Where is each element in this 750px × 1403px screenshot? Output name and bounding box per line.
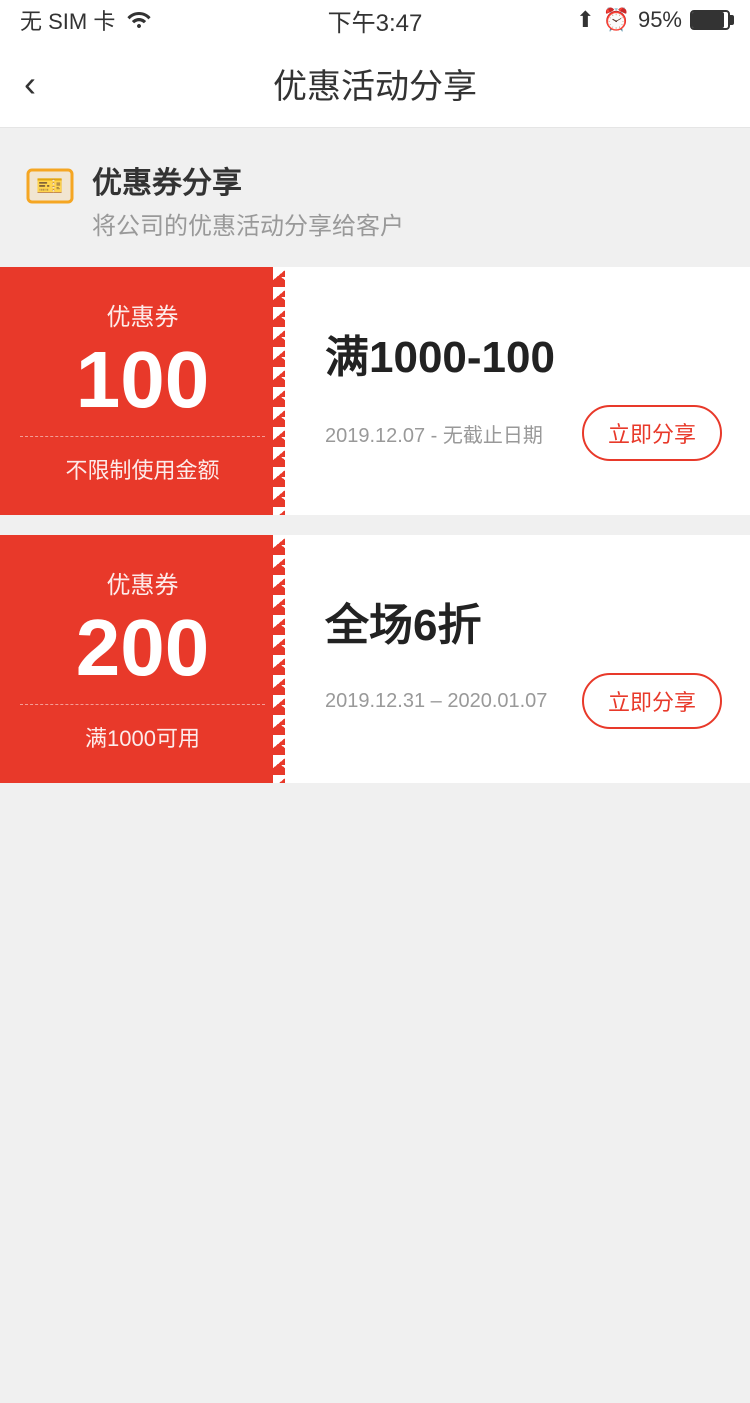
battery-icon [690,10,730,30]
coupon-left-1: 优惠券 200 满1000可用 [0,535,285,783]
location-icon: ⬆ [576,7,594,33]
section-header: 🎫 优惠券分享 将公司的优惠活动分享给客户 [0,128,750,257]
coupon-amount-1: 200 [76,608,209,688]
coupon-left-0: 优惠券 100 不限制使用金额 [0,267,285,515]
coupon-label-0: 优惠券 [107,297,179,332]
share-button-1[interactable]: 立即分享 [582,673,722,729]
back-button[interactable]: ‹ [24,63,36,105]
battery-percent: 95% [638,7,682,33]
coupon-list: 优惠券 100 不限制使用金额 满1000-100 2019.12.07 - 无… [0,257,750,783]
coupon-section-icon: 🎫 [24,160,76,212]
coupon-meta-1: 2019.12.31 – 2020.01.07 立即分享 [325,673,722,729]
coupon-card: 优惠券 100 不限制使用金额 满1000-100 2019.12.07 - 无… [0,267,750,515]
coupon-label-1: 优惠券 [107,565,179,600]
coupon-date-1: 2019.12.31 – 2020.01.07 [325,690,570,713]
alarm-icon: ⏰ [603,7,630,33]
svg-text:🎫: 🎫 [36,173,63,198]
coupon-divider-0 [20,436,265,437]
coupon-divider-1 [20,704,265,705]
coupon-name-0: 满1000-100 [325,321,722,385]
coupon-condition-0: 不限制使用金额 [65,453,219,485]
coupon-amount-0: 100 [76,340,209,420]
status-time: 下午3:47 [328,3,423,38]
nav-bar: ‹ 优惠活动分享 [0,40,750,128]
section-title: 优惠券分享 [92,158,404,202]
empty-area [0,803,750,1403]
section-subtitle: 将公司的优惠活动分享给客户 [92,206,404,241]
coupon-card: 优惠券 200 满1000可用 全场6折 2019.12.31 – 2020.0… [0,535,750,783]
section-text-group: 优惠券分享 将公司的优惠活动分享给客户 [92,158,404,241]
carrier-text: 无 SIM 卡 [20,4,115,36]
nav-title: 优惠活动分享 [273,59,477,108]
status-left: 无 SIM 卡 [20,4,153,36]
coupon-name-1: 全场6折 [325,589,722,653]
coupon-right-0: 满1000-100 2019.12.07 - 无截止日期 立即分享 [285,267,750,515]
wifi-icon [125,6,153,34]
coupon-date-0: 2019.12.07 - 无截止日期 [325,419,570,448]
status-bar: 无 SIM 卡 下午3:47 ⬆ ⏰ 95% [0,0,750,40]
coupon-condition-1: 满1000可用 [85,721,200,753]
coupon-meta-0: 2019.12.07 - 无截止日期 立即分享 [325,405,722,461]
coupon-right-1: 全场6折 2019.12.31 – 2020.01.07 立即分享 [285,535,750,783]
status-right: ⬆ ⏰ 95% [576,7,730,33]
share-button-0[interactable]: 立即分享 [582,405,722,461]
